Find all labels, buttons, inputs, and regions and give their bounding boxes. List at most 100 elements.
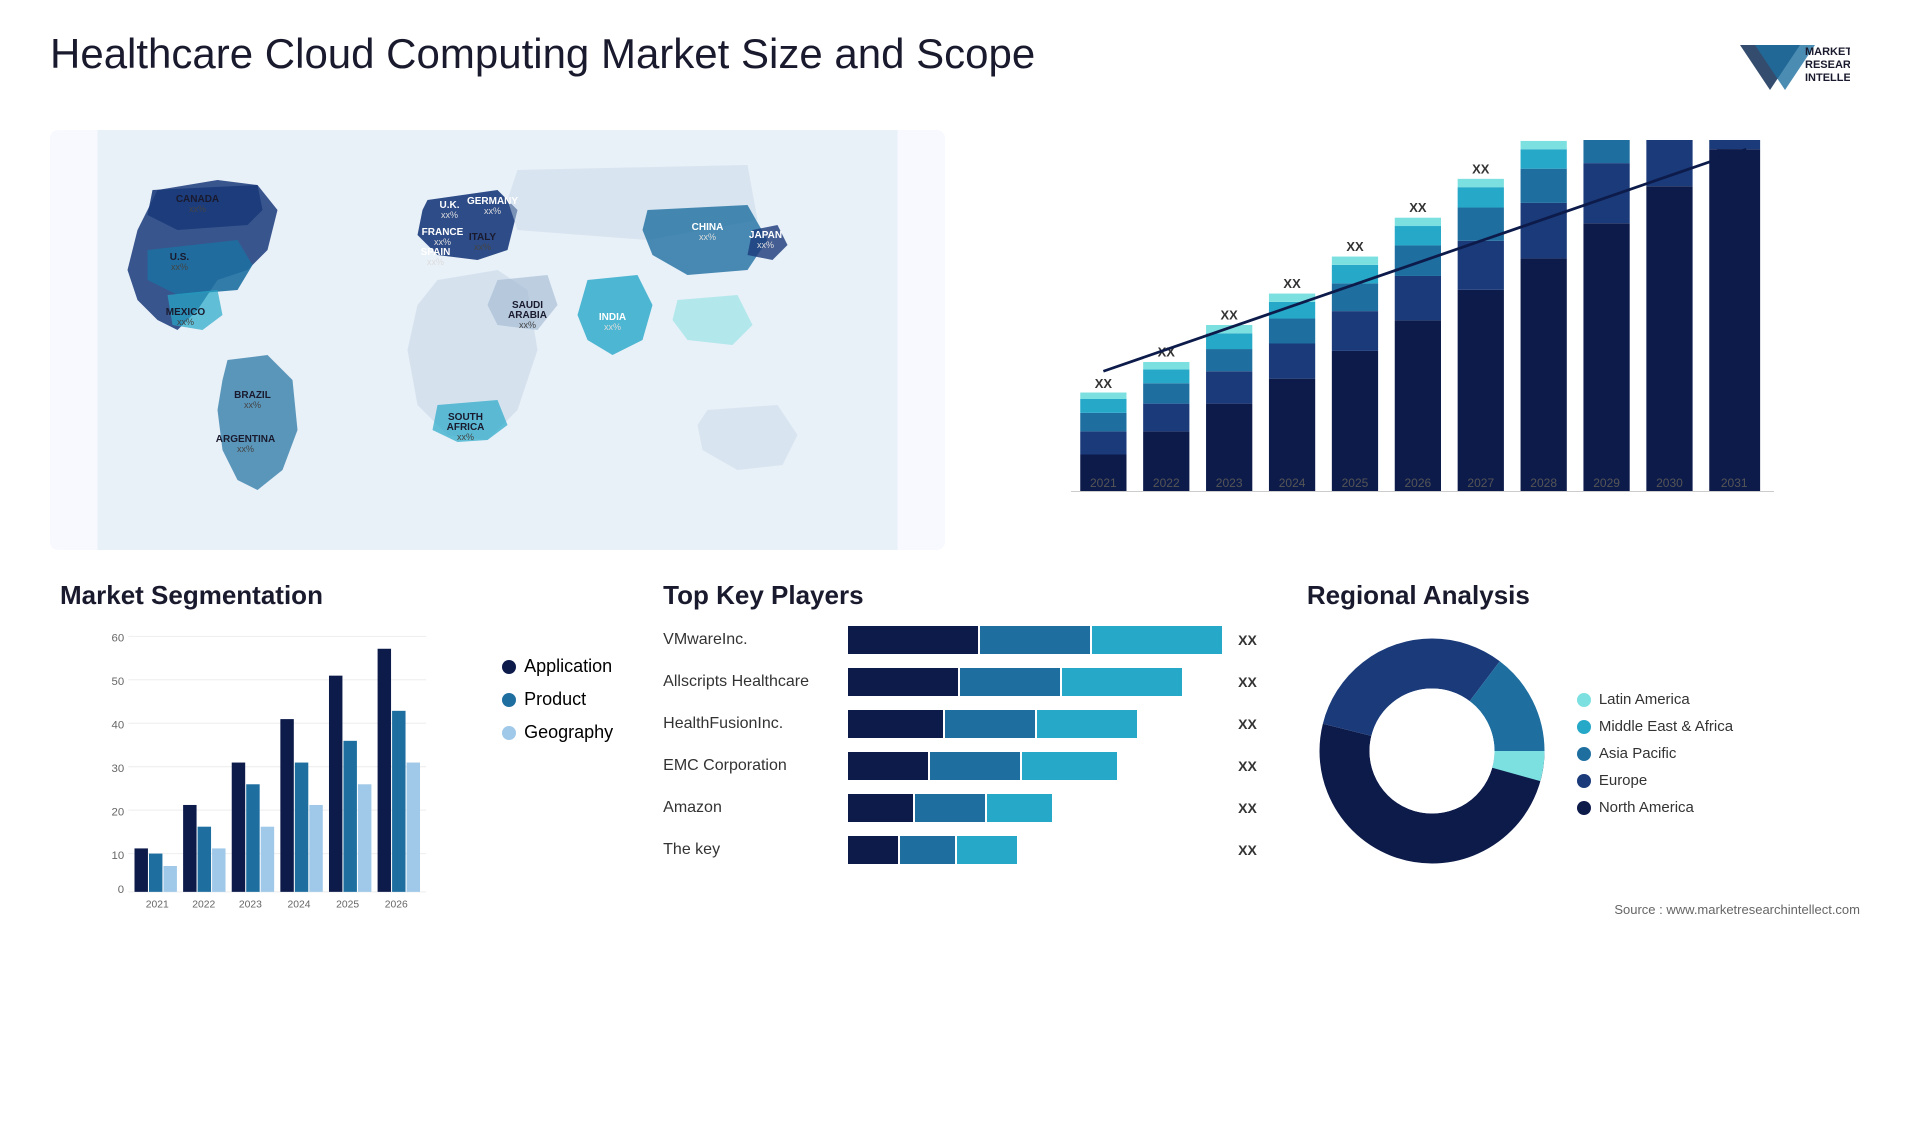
asia-pacific-label: Asia Pacific	[1599, 745, 1677, 762]
svg-text:xx%: xx%	[427, 257, 444, 267]
player-value-healthfusion: XX	[1238, 716, 1257, 732]
svg-text:2027: 2027	[1467, 476, 1494, 490]
svg-text:XX: XX	[1472, 161, 1490, 176]
regional-title: Regional Analysis	[1307, 580, 1860, 611]
legend-middle-east: Middle East & Africa	[1577, 718, 1733, 735]
players-title: Top Key Players	[663, 580, 1257, 611]
svg-text:2029: 2029	[1593, 476, 1620, 490]
svg-text:xx%: xx%	[757, 240, 774, 250]
player-name-allscripts: Allscripts Healthcare	[663, 673, 838, 691]
svg-text:XX: XX	[1409, 200, 1427, 215]
svg-text:2026: 2026	[385, 899, 408, 910]
donut-chart	[1307, 626, 1557, 881]
legend-item-product: Product	[502, 689, 613, 710]
world-map-svg: CANADA xx% U.S. xx% MEXICO xx% BRAZIL xx…	[50, 130, 945, 550]
legend-item-application: Application	[502, 656, 613, 677]
svg-text:MARKET: MARKET	[1805, 46, 1850, 58]
player-value-thekey: XX	[1238, 842, 1257, 858]
north-america-label: North America	[1599, 799, 1694, 816]
bar-chart-svg: XX 2021 XX 2022 XX 2023	[995, 140, 1850, 510]
player-name-healthfusion: HealthFusionInc.	[663, 715, 838, 733]
svg-text:XX: XX	[1283, 276, 1301, 291]
svg-text:xx%: xx%	[457, 432, 474, 442]
svg-text:2024: 2024	[287, 899, 310, 910]
svg-text:XX: XX	[1221, 307, 1239, 322]
product-label: Product	[524, 689, 586, 710]
segmentation-legend: Application Product Geography	[502, 626, 613, 743]
svg-text:xx%: xx%	[519, 320, 536, 330]
player-value-amazon: XX	[1238, 800, 1257, 816]
player-row-thekey: The key XX	[663, 836, 1257, 864]
svg-text:10: 10	[112, 850, 125, 862]
svg-text:XX: XX	[1095, 376, 1113, 391]
application-dot	[502, 660, 516, 674]
regional-section: Regional Analysis	[1297, 570, 1870, 950]
svg-text:40: 40	[112, 719, 125, 731]
svg-text:xx%: xx%	[484, 206, 501, 216]
svg-text:2022: 2022	[192, 899, 215, 910]
geography-dot	[502, 726, 516, 740]
segmentation-chart: 60 50 40 30 20 10 0	[60, 626, 482, 926]
legend-latin-america: Latin America	[1577, 691, 1733, 708]
svg-text:50: 50	[112, 676, 125, 688]
logo: MARKET RESEARCH INTELLECT	[1710, 30, 1870, 110]
svg-text:2025: 2025	[336, 899, 359, 910]
donut-container: Latin America Middle East & Africa Asia …	[1307, 626, 1860, 881]
svg-text:2031: 2031	[1721, 476, 1748, 490]
product-dot	[502, 693, 516, 707]
player-row-vmware: VMwareInc. XX	[663, 626, 1257, 654]
player-name-thekey: The key	[663, 841, 838, 859]
svg-text:2028: 2028	[1530, 476, 1557, 490]
svg-text:60: 60	[112, 633, 125, 645]
player-name-amazon: Amazon	[663, 799, 838, 817]
player-name-vmware: VMwareInc.	[663, 631, 838, 649]
legend-asia-pacific: Asia Pacific	[1577, 745, 1733, 762]
latin-america-label: Latin America	[1599, 691, 1690, 708]
svg-text:2026: 2026	[1405, 476, 1432, 490]
north-america-dot	[1577, 801, 1591, 815]
svg-text:2023: 2023	[239, 899, 262, 910]
svg-text:xx%: xx%	[604, 322, 621, 332]
player-value-vmware: XX	[1238, 632, 1257, 648]
europe-label: Europe	[1599, 772, 1647, 789]
player-row-healthfusion: HealthFusionInc. XX	[663, 710, 1257, 738]
middle-east-dot	[1577, 720, 1591, 734]
player-row-allscripts: Allscripts Healthcare XX	[663, 668, 1257, 696]
player-value-emc: XX	[1238, 758, 1257, 774]
svg-text:2030: 2030	[1656, 476, 1683, 490]
svg-text:2025: 2025	[1342, 476, 1369, 490]
bar-chart-section: XX 2021 XX 2022 XX 2023	[975, 130, 1870, 550]
svg-text:xx%: xx%	[189, 204, 206, 214]
page-container: Healthcare Cloud Computing Market Size a…	[0, 0, 1920, 1146]
asia-pacific-dot	[1577, 747, 1591, 761]
logo-icon: MARKET RESEARCH INTELLECT	[1730, 35, 1850, 105]
legend-north-america: North America	[1577, 799, 1733, 816]
latin-america-dot	[1577, 693, 1591, 707]
geography-label: Geography	[524, 722, 613, 743]
svg-text:xx%: xx%	[237, 444, 254, 454]
svg-text:RESEARCH: RESEARCH	[1805, 59, 1850, 71]
svg-text:xx%: xx%	[244, 400, 261, 410]
svg-text:XX: XX	[1346, 239, 1364, 254]
player-name-emc: EMC Corporation	[663, 757, 838, 775]
source-text: Source : www.marketresearchintellect.com	[1614, 902, 1860, 917]
svg-text:xx%: xx%	[434, 237, 451, 247]
svg-text:xx%: xx%	[171, 262, 188, 272]
svg-text:xx%: xx%	[177, 317, 194, 327]
svg-text:2023: 2023	[1216, 476, 1243, 490]
legend-europe: Europe	[1577, 772, 1733, 789]
regional-legend: Latin America Middle East & Africa Asia …	[1577, 691, 1733, 816]
world-map-section: CANADA xx% U.S. xx% MEXICO xx% BRAZIL xx…	[50, 130, 945, 550]
segmentation-section: Market Segmentation 60 50 40 30 20 10 0	[50, 570, 623, 950]
svg-text:xx%: xx%	[441, 210, 458, 220]
player-row-amazon: Amazon XX	[663, 794, 1257, 822]
svg-text:xx%: xx%	[474, 242, 491, 252]
svg-text:INTELLECT: INTELLECT	[1805, 72, 1850, 84]
player-row-emc: EMC Corporation XX	[663, 752, 1257, 780]
svg-text:2021: 2021	[146, 899, 169, 910]
page-title: Healthcare Cloud Computing Market Size a…	[50, 30, 1035, 78]
svg-text:xx%: xx%	[699, 232, 716, 242]
svg-text:2024: 2024	[1279, 476, 1306, 490]
svg-text:30: 30	[112, 763, 125, 775]
middle-east-label: Middle East & Africa	[1599, 718, 1733, 735]
